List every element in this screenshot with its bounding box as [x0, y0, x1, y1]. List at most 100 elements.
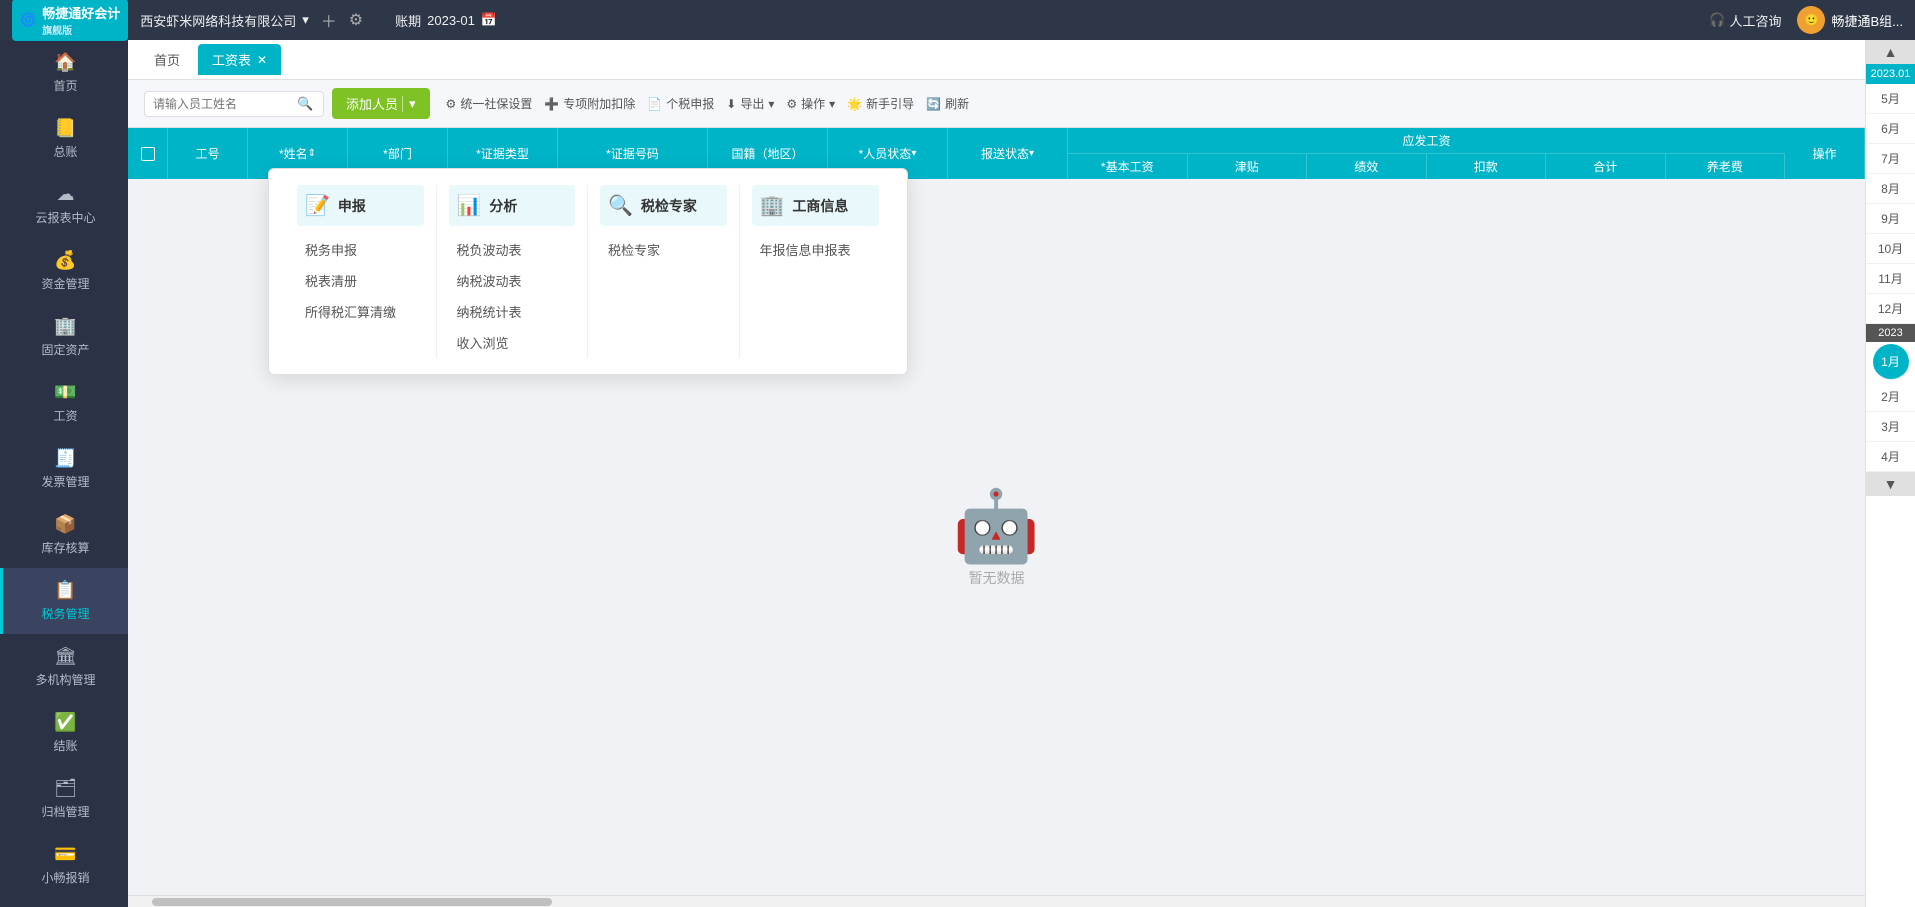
- horizontal-scrollbar[interactable]: [128, 895, 1865, 907]
- right-panel-month-5[interactable]: 5月: [1866, 84, 1915, 114]
- new-guide-button[interactable]: 🌟 新手引导: [847, 95, 914, 112]
- search-input[interactable]: [153, 97, 293, 111]
- menu-tax-payment[interactable]: 纳税波动表: [449, 265, 576, 296]
- xiaochang-icon: 💳: [54, 844, 76, 865]
- right-panel-month-6[interactable]: 6月: [1866, 114, 1915, 144]
- sidebar-item-archive[interactable]: 🗂 归档管理: [0, 766, 128, 832]
- dropdown-col-analysis: 📊 分析 税负波动表 纳税波动表 纳税统计表 收入浏览: [437, 185, 589, 358]
- salary-icon: 💵: [54, 382, 76, 403]
- sidebar-item-home[interactable]: 🏠 首页: [0, 40, 128, 106]
- right-panel-month-3[interactable]: 3月: [1866, 412, 1915, 442]
- sidebar-item-assets[interactable]: 🏢 固定资产: [0, 304, 128, 370]
- logo-icon: 🌀: [20, 12, 36, 28]
- social-insurance-button[interactable]: ⚙ 统一社保设置: [446, 95, 533, 112]
- th-base-salary: *基本工资: [1068, 154, 1188, 179]
- special-deduct-button[interactable]: ➕ 专项附加扣除: [544, 95, 635, 112]
- sidebar-item-salary[interactable]: 💵 工资: [0, 370, 128, 436]
- tab-close-icon[interactable]: ✕: [257, 53, 267, 67]
- toolbar: 🔍 添加人员 ▾ ⚙ 统一社保设置 ➕ 专项附加扣除 📄 个税申报: [128, 80, 1865, 128]
- assets-icon: 🏢: [54, 316, 76, 337]
- search-icon[interactable]: 🔍: [297, 96, 313, 112]
- tax-icon: 📋: [54, 580, 76, 601]
- menu-tax-declare[interactable]: 税务申报: [297, 234, 424, 265]
- operate-button[interactable]: ⚙ 操作 ▾: [786, 95, 835, 112]
- menu-income-browse[interactable]: 收入浏览: [449, 327, 576, 358]
- th-salary-group: 应发工资 *基本工资 津贴 绩效 扣款 合计 养老费: [1068, 128, 1785, 179]
- menu-income-calc[interactable]: 所得税汇算清缴: [297, 296, 424, 327]
- new-guide-icon: 🌟: [847, 97, 862, 111]
- right-panel-month-2[interactable]: 2月: [1866, 382, 1915, 412]
- sidebar-item-cloud[interactable]: ☁ 云报表中心: [0, 172, 128, 238]
- menu-annual-report[interactable]: 年报信息申报表: [752, 234, 880, 265]
- th-id: 工号: [168, 128, 248, 179]
- right-panel: ▲ 2023.01 5月 6月 7月 8月 9月 10月 11月 12月 202…: [1865, 40, 1915, 907]
- right-panel-month-9[interactable]: 9月: [1866, 204, 1915, 234]
- right-panel-month-4[interactable]: 4月: [1866, 442, 1915, 472]
- right-panel-down-btn[interactable]: ▼: [1866, 472, 1915, 496]
- sidebar-item-tax[interactable]: 📋 税务管理: [0, 568, 128, 634]
- dropdown-menu: 📝 申报 税务申报 税表清册 所得税汇算清缴 📊 分析 税负波动表 纳税波动表 …: [268, 168, 908, 375]
- tax-expert-label: 税检专家: [641, 196, 697, 216]
- sidebar-item-xiaochang[interactable]: 💳 小畅报销: [0, 832, 128, 898]
- select-all-checkbox[interactable]: [141, 147, 155, 161]
- add-person-button[interactable]: 添加人员 ▾: [332, 88, 430, 119]
- search-wrap[interactable]: 🔍: [144, 91, 324, 117]
- sort-name-icon[interactable]: ⇕: [308, 148, 316, 159]
- menu-tax-burden[interactable]: 税负波动表: [449, 234, 576, 265]
- right-panel-month-10[interactable]: 10月: [1866, 234, 1915, 264]
- calendar-icon[interactable]: 📅: [481, 12, 497, 28]
- sidebar-item-fund[interactable]: 💰 资金管理: [0, 238, 128, 304]
- tab-salary-table[interactable]: 工资表 ✕: [198, 44, 281, 75]
- logo-sub: 旗舰版: [42, 22, 120, 37]
- dropdown-tax-expert-header: 🔍 税检专家: [600, 185, 727, 226]
- th-checkbox[interactable]: [128, 128, 168, 179]
- sidebar-item-settlement[interactable]: ✅ 结账: [0, 700, 128, 766]
- sidebar-item-label: 小畅报销: [41, 869, 89, 886]
- filter-status-icon[interactable]: ▾: [911, 148, 916, 159]
- th-total: 合计: [1546, 154, 1666, 179]
- home-tab-label: 首页: [154, 50, 180, 69]
- export-label: 导出: [740, 95, 764, 112]
- menu-tax-table[interactable]: 税表清册: [297, 265, 424, 296]
- settings-icon[interactable]: ⚙: [349, 10, 363, 30]
- right-panel-month-7[interactable]: 7月: [1866, 144, 1915, 174]
- th-salary-sub: *基本工资 津贴 绩效 扣款 合计 养老费: [1068, 154, 1785, 179]
- tax-expert-icon: 🔍: [608, 193, 633, 218]
- logo: 🌀 畅捷通好会计 旗舰版: [12, 0, 128, 41]
- filter-report-icon[interactable]: ▾: [1029, 148, 1034, 159]
- add-dropdown-arrow[interactable]: ▾: [402, 96, 416, 112]
- right-panel-month-12[interactable]: 12月: [1866, 294, 1915, 324]
- salary-tab-label: 工资表: [212, 50, 251, 69]
- th-report-status[interactable]: 报送状态 ▾: [948, 128, 1068, 179]
- personal-tax-button[interactable]: 📄 个税申报: [647, 95, 714, 112]
- sidebar-item-multi[interactable]: 🏛 多机构管理: [0, 634, 128, 700]
- right-panel-month-11[interactable]: 11月: [1866, 264, 1915, 294]
- multi-icon: 🏛: [54, 646, 77, 667]
- export-button[interactable]: ⬇ 导出 ▾: [726, 95, 774, 112]
- settlement-icon: ✅: [54, 712, 76, 733]
- scrollbar-thumb[interactable]: [152, 898, 552, 906]
- sidebar-item-label: 资金管理: [41, 275, 89, 292]
- period-display: 账期 2023-01 📅: [395, 11, 497, 30]
- dropdown-analysis-header: 📊 分析: [449, 185, 576, 226]
- company-selector[interactable]: 西安虾米网络科技有限公司 ▾: [140, 11, 309, 30]
- menu-tax-check[interactable]: 税检专家: [600, 234, 727, 265]
- company-name: 西安虾米网络科技有限公司: [140, 11, 296, 30]
- service-button[interactable]: 🎧 人工咨询: [1709, 11, 1781, 30]
- user-menu[interactable]: 🙂 畅捷通B组...: [1797, 6, 1903, 34]
- sidebar-item-invoice[interactable]: 🧾 发票管理: [0, 436, 128, 502]
- chevron-down-icon[interactable]: ▾: [302, 12, 309, 28]
- right-panel-month-8[interactable]: 8月: [1866, 174, 1915, 204]
- right-panel-month-1[interactable]: 1月: [1873, 344, 1909, 380]
- add-company-icon[interactable]: ＋: [321, 8, 337, 32]
- refresh-button[interactable]: 🔄 刷新: [926, 95, 969, 112]
- menu-tax-stats[interactable]: 纳税统计表: [449, 296, 576, 327]
- tab-home[interactable]: 首页: [140, 44, 194, 75]
- right-panel-up-btn[interactable]: ▲: [1866, 40, 1915, 64]
- sidebar-item-settings[interactable]: ⚙ 基础设置: [0, 898, 128, 907]
- sidebar-item-ledger[interactable]: 📒 总账: [0, 106, 128, 172]
- th-performance: 绩效: [1307, 154, 1427, 179]
- declare-label: 申报: [338, 196, 366, 216]
- avatar: 🙂: [1797, 6, 1825, 34]
- sidebar-item-inventory[interactable]: 📦 库存核算: [0, 502, 128, 568]
